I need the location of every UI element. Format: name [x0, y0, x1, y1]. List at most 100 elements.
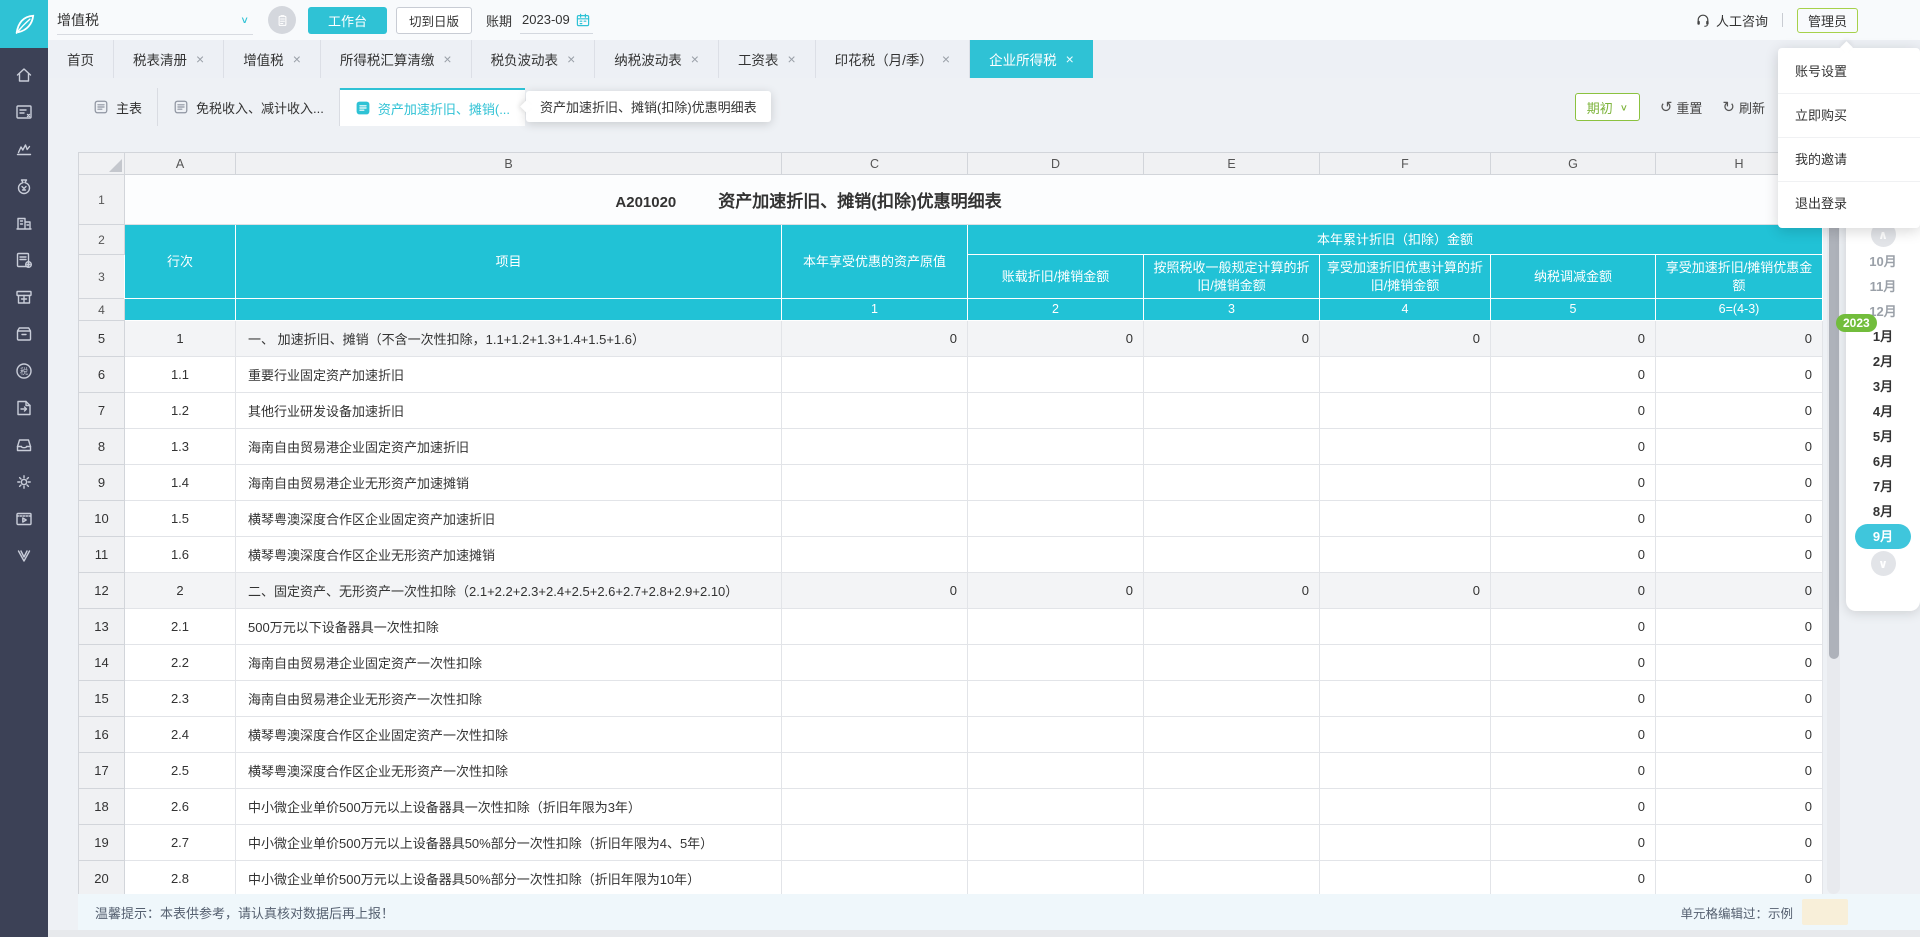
cell-2-col-5[interactable]: 0: [1490, 572, 1656, 609]
cell-2.6-col-4[interactable]: [1319, 788, 1491, 825]
cell-item-1.5[interactable]: 横琴粤澳深度合作区企业固定资产加速折旧: [235, 500, 782, 537]
index-col-2[interactable]: 2: [967, 298, 1144, 321]
cell-2.8-col-3[interactable]: [1143, 860, 1320, 897]
support-link[interactable]: 人工咨询: [1695, 11, 1768, 30]
header-preference-amount[interactable]: 享受加速折旧/摊销优惠金额: [1655, 254, 1823, 299]
cell-1-col-4[interactable]: 0: [1319, 320, 1491, 357]
reset-button[interactable]: ↺ 重置: [1660, 98, 1703, 117]
cell-2.1-col-1[interactable]: [781, 608, 968, 645]
row-number-2[interactable]: 2: [78, 224, 125, 255]
cell-2.4-col-6[interactable]: 0: [1655, 716, 1823, 753]
cell-2-col-1[interactable]: 0: [781, 572, 968, 609]
cell-line-2.1[interactable]: 2.1: [124, 608, 236, 645]
cell-item-2.4[interactable]: 横琴粤澳深度合作区企业固定资产一次性扣除: [235, 716, 782, 753]
cell-1.3-col-6[interactable]: 0: [1655, 428, 1823, 465]
row-number-10[interactable]: 10: [78, 500, 125, 537]
index-empty-a[interactable]: [124, 298, 236, 321]
cell-2.1-col-6[interactable]: 0: [1655, 608, 1823, 645]
cell-2.2-col-3[interactable]: [1143, 644, 1320, 681]
index-col-1[interactable]: 1: [781, 298, 968, 321]
cell-1-col-6[interactable]: 0: [1655, 320, 1823, 357]
cell-2.2-col-6[interactable]: 0: [1655, 644, 1823, 681]
row-number-3[interactable]: 3: [78, 254, 125, 299]
row-number-1[interactable]: 1: [78, 174, 125, 225]
header-asset-value[interactable]: 本年享受优惠的资产原值: [781, 224, 968, 299]
cell-1.6-col-3[interactable]: [1143, 536, 1320, 573]
cell-2.8-col-1[interactable]: [781, 860, 968, 897]
cell-2.1-col-3[interactable]: [1143, 608, 1320, 645]
month-prev-0[interactable]: 10月: [1855, 249, 1911, 274]
report-chart-icon[interactable]: [0, 130, 48, 167]
cell-line-2.5[interactable]: 2.5: [124, 752, 236, 789]
cell-1.5-col-1[interactable]: [781, 500, 968, 537]
cell-line-2.4[interactable]: 2.4: [124, 716, 236, 753]
cell-2.1-col-2[interactable]: [967, 608, 1144, 645]
header-group-accumulated[interactable]: 本年累计折旧（扣除）金额: [967, 224, 1823, 255]
subtab-2[interactable]: 资产加速折旧、摊销(...: [339, 88, 526, 126]
cell-2.3-col-3[interactable]: [1143, 680, 1320, 717]
cell-item-2.1[interactable]: 500万元以下设备器具一次性扣除: [235, 608, 782, 645]
cell-1.5-col-2[interactable]: [967, 500, 1144, 537]
cell-1.5-col-3[interactable]: [1143, 500, 1320, 537]
cell-2.4-col-5[interactable]: 0: [1490, 716, 1656, 753]
cell-1.2-col-6[interactable]: 0: [1655, 392, 1823, 429]
cell-1.4-col-1[interactable]: [781, 464, 968, 501]
row-number-18[interactable]: 18: [78, 788, 125, 825]
month-8[interactable]: 8月: [1855, 499, 1911, 524]
close-tab-icon[interactable]: ×: [1066, 51, 1074, 67]
cell-1.4-col-2[interactable]: [967, 464, 1144, 501]
cell-1.6-col-2[interactable]: [967, 536, 1144, 573]
period-filter-button[interactable]: 期初 ∨: [1574, 93, 1640, 121]
tax-icon[interactable]: 税: [0, 352, 48, 389]
cell-1-col-2[interactable]: 0: [967, 320, 1144, 357]
cell-2.8-col-2[interactable]: [967, 860, 1144, 897]
user-menu-item-1[interactable]: 立即购买: [1778, 94, 1920, 138]
cell-item-1[interactable]: 一、 加速折旧、摊销（不含一次性扣除，1.1+1.2+1.3+1.4+1.5+1…: [235, 320, 782, 357]
tab-5[interactable]: 纳税波动表 ×: [595, 40, 719, 78]
cell-1.3-col-4[interactable]: [1319, 428, 1491, 465]
cell-2.5-col-2[interactable]: [967, 752, 1144, 789]
row-number-13[interactable]: 13: [78, 608, 125, 645]
export-doc-icon[interactable]: [0, 389, 48, 426]
cell-1.3-col-1[interactable]: [781, 428, 968, 465]
row-number-11[interactable]: 11: [78, 536, 125, 573]
subtab-1[interactable]: 免税收入、减计收入...: [158, 88, 340, 126]
cell-2.4-col-4[interactable]: [1319, 716, 1491, 753]
cell-line-2[interactable]: 2: [124, 572, 236, 609]
cell-line-1.5[interactable]: 1.5: [124, 500, 236, 537]
close-tab-icon[interactable]: ×: [443, 51, 451, 67]
cell-1.4-col-3[interactable]: [1143, 464, 1320, 501]
cell-line-1.1[interactable]: 1.1: [124, 356, 236, 393]
cell-2.8-col-4[interactable]: [1319, 860, 1491, 897]
asset-box-icon[interactable]: [0, 315, 48, 352]
cell-1.3-col-3[interactable]: [1143, 428, 1320, 465]
cell-2.1-col-5[interactable]: 0: [1490, 608, 1656, 645]
month-7[interactable]: 7月: [1855, 474, 1911, 499]
inbox-icon[interactable]: [0, 426, 48, 463]
scrollbar-thumb[interactable]: [1828, 154, 1839, 659]
cell-1.2-col-4[interactable]: [1319, 392, 1491, 429]
cell-line-1.3[interactable]: 1.3: [124, 428, 236, 465]
cell-1.3-col-2[interactable]: [967, 428, 1144, 465]
user-menu-item-2[interactable]: 我的邀请: [1778, 138, 1920, 182]
header-general-rule-amount[interactable]: 按照税收一般规定计算的折旧/摊销金额: [1143, 254, 1320, 299]
column-header-A[interactable]: A: [124, 152, 236, 175]
month-5[interactable]: 5月: [1855, 424, 1911, 449]
column-header-F[interactable]: F: [1319, 152, 1491, 175]
row-number-15[interactable]: 15: [78, 680, 125, 717]
row-number-6[interactable]: 6: [78, 356, 125, 393]
month-2[interactable]: 2月: [1855, 349, 1911, 374]
cell-1.5-col-6[interactable]: 0: [1655, 500, 1823, 537]
cell-line-2.8[interactable]: 2.8: [124, 860, 236, 897]
cell-1.6-col-1[interactable]: [781, 536, 968, 573]
cell-2.2-col-2[interactable]: [967, 644, 1144, 681]
cell-item-2.7[interactable]: 中小微企业单价500万元以上设备器具50%部分一次性扣除（折旧年限为4、5年）: [235, 824, 782, 861]
cell-2.6-col-6[interactable]: 0: [1655, 788, 1823, 825]
column-header-C[interactable]: C: [781, 152, 968, 175]
close-tab-icon[interactable]: ×: [293, 51, 301, 67]
cell-item-1.3[interactable]: 海南自由贸易港企业固定资产加速折旧: [235, 428, 782, 465]
row-number-9[interactable]: 9: [78, 464, 125, 501]
period-picker[interactable]: 2023-09: [520, 7, 593, 34]
cell-2.3-col-6[interactable]: 0: [1655, 680, 1823, 717]
cell-2.4-col-1[interactable]: [781, 716, 968, 753]
